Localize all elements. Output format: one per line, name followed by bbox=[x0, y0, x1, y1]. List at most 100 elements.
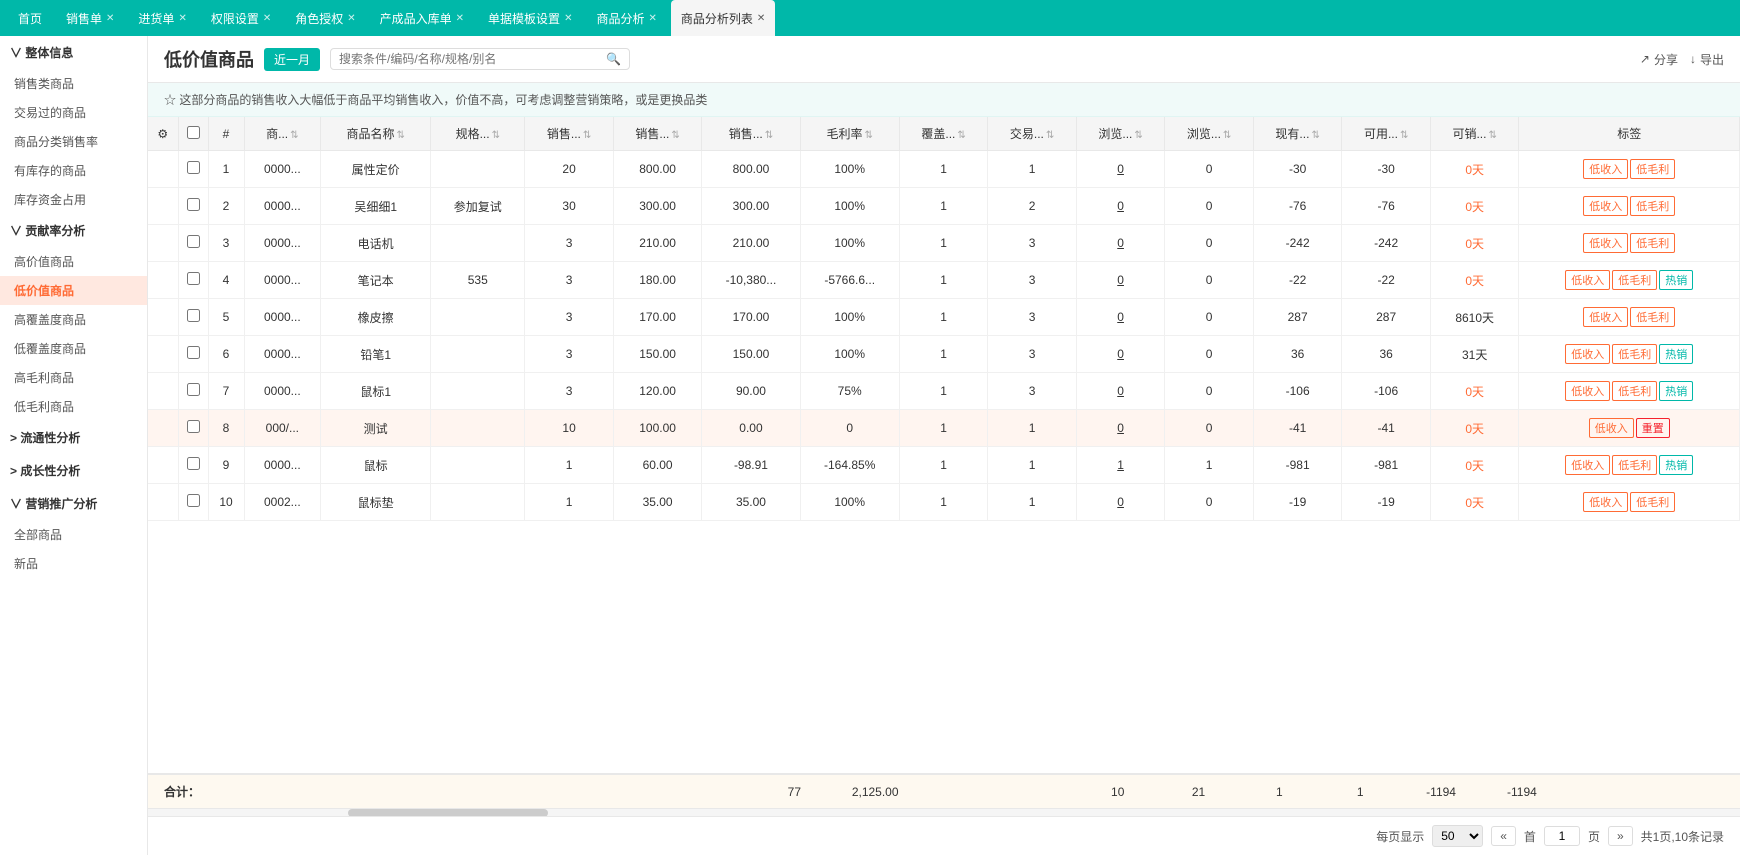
page-size-select[interactable]: 50 20 100 bbox=[1432, 825, 1483, 847]
nav-template[interactable]: 单据模板设置 ✕ bbox=[478, 0, 582, 36]
trade-col-header[interactable]: 交易...⇅ bbox=[988, 117, 1077, 151]
sidebar-item-low-value[interactable]: 低价值商品 bbox=[0, 276, 147, 305]
settings-col-header[interactable]: ⚙ bbox=[148, 117, 178, 151]
pv1-cell[interactable]: 0 bbox=[1076, 151, 1165, 188]
pv1-link[interactable]: 0 bbox=[1117, 273, 1124, 287]
pv1-cell[interactable]: 0 bbox=[1076, 299, 1165, 336]
export-button[interactable]: ↓ 导出 bbox=[1690, 51, 1724, 68]
first-page-button[interactable]: « bbox=[1491, 826, 1516, 846]
sidebar-group-overall[interactable]: ∨ 整体信息 bbox=[0, 36, 147, 69]
page-input[interactable] bbox=[1544, 826, 1580, 846]
pv1-link[interactable]: 0 bbox=[1117, 421, 1124, 435]
spec-col-header[interactable]: 规格...⇅ bbox=[431, 117, 525, 151]
pv1-link[interactable]: 0 bbox=[1117, 236, 1124, 250]
nav-role[interactable]: 角色授权 ✕ bbox=[285, 0, 365, 36]
nav-close-inbound[interactable]: ✕ bbox=[456, 13, 464, 24]
row-checkbox[interactable] bbox=[187, 420, 200, 433]
sidebar-group-contribution[interactable]: ∨ 贡献率分析 bbox=[0, 214, 147, 247]
checkbox-cell[interactable] bbox=[178, 447, 208, 484]
nav-close-product-list[interactable]: ✕ bbox=[757, 13, 765, 24]
sidebar-item-low-coverage[interactable]: 低覆盖度商品 bbox=[0, 334, 147, 363]
name-col-header[interactable]: 商品名称⇅ bbox=[321, 117, 431, 151]
pv1-link[interactable]: 0 bbox=[1117, 162, 1124, 176]
scrollbar-area[interactable] bbox=[148, 808, 1740, 816]
checkbox-cell[interactable] bbox=[178, 484, 208, 521]
code-col-header[interactable]: 商...⇅ bbox=[244, 117, 321, 151]
pv1-cell[interactable]: 0 bbox=[1076, 410, 1165, 447]
nav-close-purchase[interactable]: ✕ bbox=[178, 13, 186, 24]
row-checkbox[interactable] bbox=[187, 494, 200, 507]
row-checkbox[interactable] bbox=[187, 272, 200, 285]
checkbox-col-header[interactable] bbox=[178, 117, 208, 151]
saleable-col-header[interactable]: 可销...⇅ bbox=[1430, 117, 1519, 151]
pv1-link[interactable]: 0 bbox=[1117, 310, 1124, 324]
nav-sales[interactable]: 销售单 ✕ bbox=[56, 0, 124, 36]
checkbox-cell[interactable] bbox=[178, 225, 208, 262]
nav-close-permission[interactable]: ✕ bbox=[263, 13, 271, 24]
checkbox-cell[interactable] bbox=[178, 373, 208, 410]
sidebar-item-stock-product[interactable]: 有库存的商品 bbox=[0, 156, 147, 185]
nav-product-list[interactable]: 商品分析列表 ✕ bbox=[671, 0, 775, 36]
sidebar-item-high-value[interactable]: 高价值商品 bbox=[0, 247, 147, 276]
checkbox-cell[interactable] bbox=[178, 336, 208, 373]
sidebar-item-sales-product[interactable]: 销售类商品 bbox=[0, 69, 147, 98]
search-input[interactable] bbox=[339, 52, 600, 66]
sidebar-group-marketing[interactable]: ∨ 营销推广分析 bbox=[0, 487, 147, 520]
pv1-link[interactable]: 0 bbox=[1117, 199, 1124, 213]
sidebar-item-high-margin[interactable]: 高毛利商品 bbox=[0, 363, 147, 392]
pv1-link[interactable]: 1 bbox=[1117, 458, 1124, 472]
checkbox-cell[interactable] bbox=[178, 410, 208, 447]
sale-qty-col-header[interactable]: 销售...⇅ bbox=[525, 117, 614, 151]
sidebar-item-category-rate[interactable]: 商品分类销售率 bbox=[0, 127, 147, 156]
sidebar-item-new-products[interactable]: 新品 bbox=[0, 549, 147, 578]
next-page-button[interactable]: » bbox=[1608, 826, 1633, 846]
pv1-col-header[interactable]: 浏览...⇅ bbox=[1076, 117, 1165, 151]
pv1-cell[interactable]: 1 bbox=[1076, 447, 1165, 484]
pv1-link[interactable]: 0 bbox=[1117, 495, 1124, 509]
pv1-cell[interactable]: 0 bbox=[1076, 336, 1165, 373]
time-filter-button[interactable]: 近一月 bbox=[264, 48, 320, 71]
sidebar-group-flow[interactable]: > 流通性分析 bbox=[0, 421, 147, 454]
gross-rate-col-header[interactable]: 毛利率⇅ bbox=[800, 117, 899, 151]
share-button[interactable]: ↗ 分享 bbox=[1640, 51, 1678, 68]
pv1-cell[interactable]: 0 bbox=[1076, 484, 1165, 521]
checkbox-cell[interactable] bbox=[178, 151, 208, 188]
row-checkbox[interactable] bbox=[187, 198, 200, 211]
pv1-cell[interactable]: 0 bbox=[1076, 262, 1165, 299]
checkbox-cell[interactable] bbox=[178, 299, 208, 336]
sidebar-item-stock-capital[interactable]: 库存资金占用 bbox=[0, 185, 147, 214]
checkbox-cell[interactable] bbox=[178, 188, 208, 225]
checkbox-cell[interactable] bbox=[178, 262, 208, 299]
row-checkbox[interactable] bbox=[187, 309, 200, 322]
nav-product-analysis[interactable]: 商品分析 ✕ bbox=[586, 0, 666, 36]
pv1-cell[interactable]: 0 bbox=[1076, 188, 1165, 225]
sale-price-col-header[interactable]: 销售...⇅ bbox=[613, 117, 702, 151]
pv1-cell[interactable]: 0 bbox=[1076, 373, 1165, 410]
row-checkbox[interactable] bbox=[187, 457, 200, 470]
nav-home[interactable]: 首页 bbox=[8, 0, 52, 36]
sidebar-item-all-products[interactable]: 全部商品 bbox=[0, 520, 147, 549]
coverage-col-header[interactable]: 覆盖...⇅ bbox=[899, 117, 988, 151]
row-checkbox[interactable] bbox=[187, 383, 200, 396]
row-checkbox[interactable] bbox=[187, 161, 200, 174]
select-all-checkbox[interactable] bbox=[187, 126, 200, 139]
pv2-col-header[interactable]: 浏览...⇅ bbox=[1165, 117, 1254, 151]
nav-close-sales[interactable]: ✕ bbox=[106, 13, 114, 24]
pv1-cell[interactable]: 0 bbox=[1076, 225, 1165, 262]
sidebar-item-low-margin[interactable]: 低毛利商品 bbox=[0, 392, 147, 421]
nav-permission[interactable]: 权限设置 ✕ bbox=[201, 0, 281, 36]
row-checkbox[interactable] bbox=[187, 235, 200, 248]
nav-inbound[interactable]: 产成品入库单 ✕ bbox=[370, 0, 474, 36]
nav-close-product-analysis[interactable]: ✕ bbox=[648, 13, 656, 24]
stock-col-header[interactable]: 现有...⇅ bbox=[1253, 117, 1342, 151]
sidebar-group-growth[interactable]: > 成长性分析 bbox=[0, 454, 147, 487]
nav-close-template[interactable]: ✕ bbox=[564, 13, 572, 24]
pv1-link[interactable]: 0 bbox=[1117, 347, 1124, 361]
pv1-link[interactable]: 0 bbox=[1117, 384, 1124, 398]
sidebar-item-high-coverage[interactable]: 高覆盖度商品 bbox=[0, 305, 147, 334]
nav-purchase[interactable]: 进货单 ✕ bbox=[128, 0, 196, 36]
sidebar-item-traded[interactable]: 交易过的商品 bbox=[0, 98, 147, 127]
row-checkbox[interactable] bbox=[187, 346, 200, 359]
nav-close-role[interactable]: ✕ bbox=[347, 13, 355, 24]
sale-amount-col-header[interactable]: 销售...⇅ bbox=[702, 117, 800, 151]
